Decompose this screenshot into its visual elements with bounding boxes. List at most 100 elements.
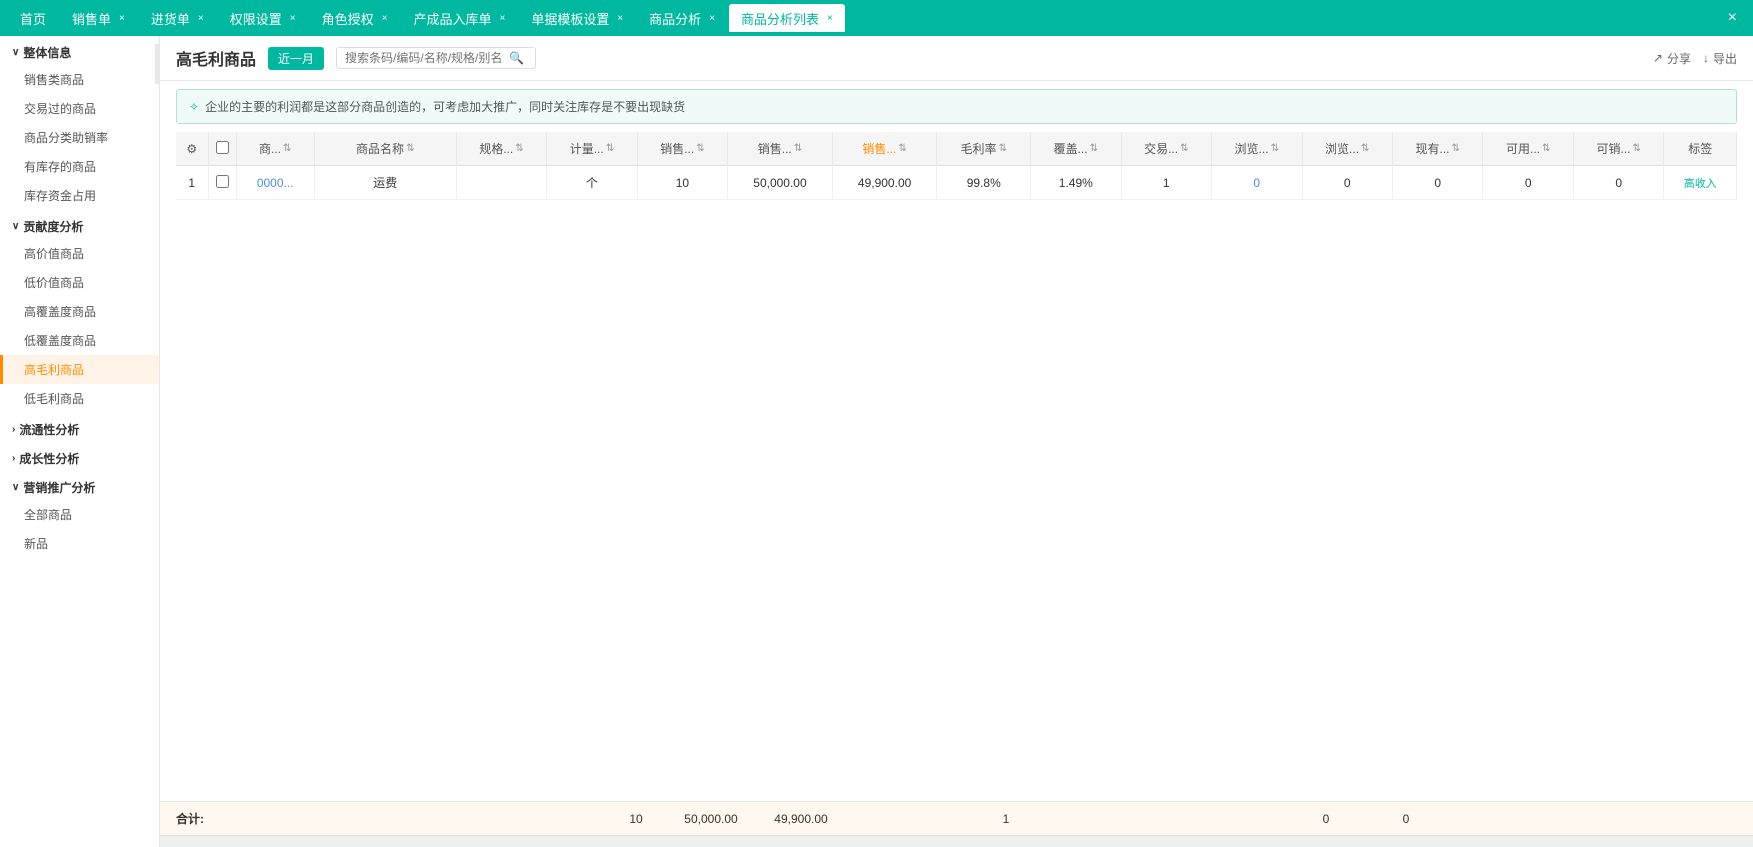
nav-item-purchase[interactable]: 进货单 × (139, 4, 216, 32)
sidebar-item-sales-goods[interactable]: 销售类商品 (0, 65, 159, 94)
cell-browse2: 0 (1302, 166, 1392, 200)
col-code[interactable]: 商...⇅ (236, 132, 314, 166)
sidebar-item-low-coverage[interactable]: 低覆盖度商品 (0, 326, 159, 355)
sidebar-group-marketing[interactable]: ∨ 营销推广分析 (0, 471, 159, 500)
content-header: 高毛利商品 近一月 🔍 ↗ 分享 ↓ 导出 (160, 36, 1753, 81)
col-sales-amount[interactable]: 销售...⇅ (728, 132, 833, 166)
close-icon[interactable]: × (382, 13, 388, 24)
chevron-down-icon: ∨ (12, 221, 19, 232)
col-available[interactable]: 可用...⇅ (1483, 132, 1573, 166)
sort-icon: ⇅ (406, 143, 414, 154)
nav-item-sales[interactable]: 销售单 × (60, 4, 137, 32)
search-icon[interactable]: 🔍 (509, 51, 524, 65)
cell-saleable: 0 (1573, 166, 1663, 200)
sort-icon: ⇅ (1542, 143, 1550, 154)
col-unit[interactable]: 计量...⇅ (547, 132, 637, 166)
sidebar-collapse-button[interactable]: 《 (155, 44, 160, 84)
sidebar-item-traded-goods[interactable]: 交易过的商品 (0, 94, 159, 123)
cell-coverage: 1.49% (1031, 166, 1121, 200)
sidebar-item-high-gross[interactable]: 高毛利商品 (0, 355, 159, 384)
share-button[interactable]: ↗ 分享 (1653, 50, 1691, 67)
col-stock[interactable]: 现有...⇅ (1392, 132, 1482, 166)
close-icon[interactable]: × (119, 13, 125, 24)
cell-sales-qty: 10 (637, 166, 727, 200)
table-header-row: ⚙ 商...⇅ 商品名称⇅ 规格...⇅ (176, 132, 1737, 166)
bottom-scrollbar[interactable] (160, 835, 1753, 847)
cell-stock: 0 (1392, 166, 1482, 200)
nav-item-home[interactable]: 首页 (8, 4, 58, 32)
row-checkbox[interactable] (216, 175, 229, 188)
cell-browse1[interactable]: 0 (1212, 166, 1302, 200)
col-saleable[interactable]: 可销...⇅ (1573, 132, 1663, 166)
col-name[interactable]: 商品名称⇅ (314, 132, 456, 166)
col-coverage[interactable]: 覆盖...⇅ (1031, 132, 1121, 166)
sidebar-group-contribution[interactable]: ∨ 贡献度分析 (0, 210, 159, 239)
nav-item-product-in[interactable]: 产成品入库单 × (401, 4, 517, 32)
header-actions: ↗ 分享 ↓ 导出 (1653, 50, 1737, 67)
col-sales-profit[interactable]: 销售...⇅ (832, 132, 937, 166)
sort-icon: ⇅ (1090, 143, 1098, 154)
close-icon[interactable]: × (709, 13, 715, 24)
close-icon[interactable]: × (198, 13, 204, 24)
footer-trade: 1 (966, 812, 1046, 826)
nav-item-permission[interactable]: 权限设置 × (218, 4, 308, 32)
sidebar-group-overall[interactable]: ∨ 整体信息 (0, 36, 159, 65)
sidebar-item-low-value[interactable]: 低价值商品 (0, 268, 159, 297)
col-trade[interactable]: 交易...⇅ (1121, 132, 1211, 166)
sidebar-group-growth[interactable]: › 成长性分析 (0, 442, 159, 471)
settings-icon[interactable]: ⚙ (186, 142, 197, 156)
cell-name: 运费 (314, 166, 456, 200)
cell-gross-rate: 99.8% (937, 166, 1031, 200)
cell-code[interactable]: 0000... (236, 166, 314, 200)
nav-item-template[interactable]: 单据模板设置 × (519, 4, 635, 32)
footer-available: 0 (1366, 812, 1446, 826)
sort-icon: ⇅ (794, 143, 802, 154)
export-icon: ↓ (1703, 51, 1709, 65)
sidebar-item-low-gross[interactable]: 低毛利商品 (0, 384, 159, 413)
sort-icon: ⇅ (696, 143, 704, 154)
sidebar-item-high-value[interactable]: 高价值商品 (0, 239, 159, 268)
cell-trade: 1 (1121, 166, 1211, 200)
nav-item-product-analysis[interactable]: 商品分析 × (637, 4, 727, 32)
col-browse2[interactable]: 浏览...⇅ (1302, 132, 1392, 166)
date-filter-button[interactable]: 近一月 (268, 47, 324, 70)
sidebar-item-category-rate[interactable]: 商品分类助销率 (0, 123, 159, 152)
footer-cells: 10 50,000.00 49,900.00 1 0 0 (296, 812, 1737, 826)
sidebar-group-liquidity[interactable]: › 流通性分析 (0, 413, 159, 442)
chevron-right-icon: › (12, 453, 15, 464)
select-all-checkbox[interactable] (216, 141, 229, 154)
table-footer: 合计: 10 50,000.00 49,900.00 1 0 0 (160, 801, 1753, 835)
col-tag: 标签 (1664, 132, 1737, 166)
sort-icon: ⇅ (283, 143, 291, 154)
sidebar-item-in-stock[interactable]: 有库存的商品 (0, 152, 159, 181)
chevron-down-icon: ∨ (12, 482, 19, 493)
col-spec[interactable]: 规格...⇅ (456, 132, 546, 166)
sort-icon: ⇅ (1633, 143, 1641, 154)
close-icon[interactable]: × (617, 13, 623, 24)
sidebar-item-stock-capital[interactable]: 库存资金占用 (0, 181, 159, 210)
sidebar-item-new-goods[interactable]: 新品 (0, 529, 159, 558)
data-table-wrapper: ⚙ 商...⇅ 商品名称⇅ 规格...⇅ (176, 132, 1737, 801)
col-browse1[interactable]: 浏览...⇅ (1212, 132, 1302, 166)
nav-item-role[interactable]: 角色授权 × (310, 4, 400, 32)
search-box: 🔍 (336, 47, 536, 69)
col-settings[interactable]: ⚙ (176, 132, 208, 166)
sidebar-item-high-coverage[interactable]: 高覆盖度商品 (0, 297, 159, 326)
window-close-button[interactable]: × (1720, 5, 1745, 31)
search-input[interactable] (345, 51, 505, 65)
export-button[interactable]: ↓ 导出 (1703, 50, 1737, 67)
top-navigation: 首页 销售单 × 进货单 × 权限设置 × 角色授权 × 产成品入库单 × 单据… (0, 0, 1753, 36)
close-icon[interactable]: × (290, 13, 296, 24)
sort-icon: ⇅ (1271, 143, 1279, 154)
sidebar-item-all-goods[interactable]: 全部商品 (0, 500, 159, 529)
close-icon[interactable]: × (499, 13, 505, 24)
footer-stock: 0 (1286, 812, 1366, 826)
col-sales-qty[interactable]: 销售...⇅ (637, 132, 727, 166)
info-icon: ✧ (189, 100, 199, 114)
close-icon[interactable]: × (827, 13, 833, 24)
cell-spec (456, 166, 546, 200)
table-row: 1 0000... 运费 个 10 50,000.00 49,900.00 99… (176, 166, 1737, 200)
nav-item-analysis-list[interactable]: 商品分析列表 × (729, 4, 845, 32)
sort-icon: ⇅ (1452, 143, 1460, 154)
col-gross-rate[interactable]: 毛利率⇅ (937, 132, 1031, 166)
